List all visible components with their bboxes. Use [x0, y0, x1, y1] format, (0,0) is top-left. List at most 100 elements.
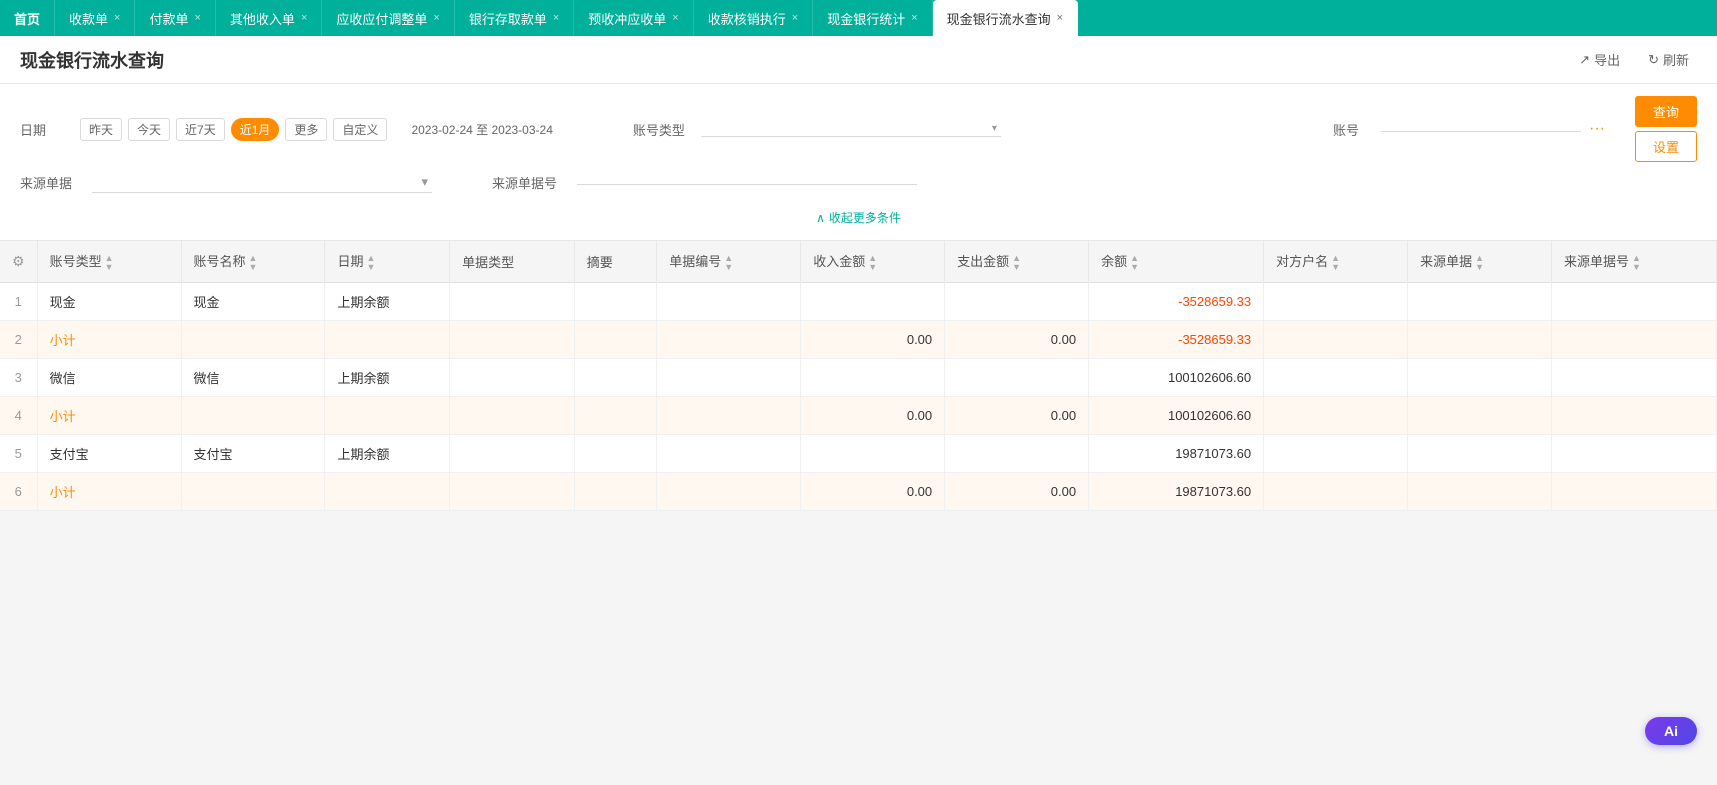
date-shortcut-4[interactable]: 更多 — [285, 118, 327, 141]
nav-tab-2[interactable]: 其他收入单× — [216, 0, 322, 36]
close-icon[interactable]: × — [672, 12, 678, 24]
cell-account_type: 小计 — [37, 472, 181, 510]
close-icon[interactable]: × — [911, 12, 917, 24]
cell-expense — [945, 282, 1089, 320]
col-header-account_type[interactable]: 账号类型▲▼ — [37, 241, 181, 282]
cell-settings: 4 — [0, 396, 37, 434]
cell-source_doc_no — [1552, 320, 1717, 358]
cell-doc_type — [450, 396, 575, 434]
col-header-balance[interactable]: 余额▲▼ — [1089, 241, 1264, 282]
nav-tab-1[interactable]: 付款单× — [135, 0, 215, 36]
cell-account_name: 微信 — [181, 358, 325, 396]
col-header-income[interactable]: 收入金额▲▼ — [801, 241, 945, 282]
sort-icon-expense: ▲▼ — [1012, 254, 1021, 272]
col-header-doc_type: 单据类型 — [450, 241, 575, 282]
table-container: ⚙账号类型▲▼账号名称▲▼日期▲▼单据类型摘要单据编号▲▼收入金额▲▼支出金额▲… — [0, 241, 1717, 511]
close-icon[interactable]: × — [194, 12, 200, 24]
collapse-bar[interactable]: ∧ 收起更多条件 — [20, 203, 1697, 228]
cell-doc_no — [657, 358, 801, 396]
table-row[interactable]: 2小计0.000.00-3528659.33 — [0, 320, 1717, 358]
cell-income — [801, 434, 945, 472]
col-header-expense[interactable]: 支出金额▲▼ — [945, 241, 1089, 282]
close-icon[interactable]: × — [433, 12, 439, 24]
chevron-down-icon-2: ▾ — [421, 174, 428, 190]
col-label-date: 日期 — [337, 254, 363, 269]
header-actions: ↗ 导出 ↻ 刷新 — [1571, 46, 1697, 73]
cell-source_doc — [1408, 396, 1552, 434]
table-row[interactable]: 4小计0.000.00100102606.60 — [0, 396, 1717, 434]
nav-tab-label: 预收冲应收单 — [588, 9, 666, 28]
source-doc-select[interactable]: ▾ — [92, 172, 432, 193]
date-shortcut-1[interactable]: 今天 — [128, 118, 170, 141]
cell-account_name: 支付宝 — [181, 434, 325, 472]
table-row[interactable]: 3微信微信上期余额100102606.60 — [0, 358, 1717, 396]
cell-income — [801, 282, 945, 320]
settings-button[interactable]: 设置 — [1635, 131, 1697, 162]
ai-label: Ai — [1664, 723, 1678, 739]
nav-tab-0[interactable]: 收款单× — [55, 0, 135, 36]
page-header: 现金银行流水查询 ↗ 导出 ↻ 刷新 — [0, 36, 1717, 84]
close-icon[interactable]: × — [301, 12, 307, 24]
nav-tab-3[interactable]: 应收应付调整单× — [322, 0, 454, 36]
filter-area: 日期 昨天今天近7天近1月更多自定义 2023-02-24 至 2023-03-… — [0, 84, 1717, 241]
nav-tab-6[interactable]: 收款核销执行× — [694, 0, 813, 36]
table-settings-icon[interactable]: ⚙ — [12, 253, 25, 269]
query-button[interactable]: 查询 — [1635, 96, 1697, 127]
col-header-source_doc_no[interactable]: 来源单据号▲▼ — [1552, 241, 1717, 282]
col-label-balance: 余额 — [1101, 254, 1127, 269]
cell-date: 上期余额 — [325, 434, 450, 472]
col-label-source_doc_no: 来源单据号 — [1564, 254, 1629, 269]
refresh-button[interactable]: ↻ 刷新 — [1640, 46, 1697, 73]
export-button[interactable]: ↗ 导出 — [1571, 46, 1628, 73]
account-type-label: 账号类型 — [633, 120, 685, 139]
nav-tab-7[interactable]: 现金银行统计× — [813, 0, 932, 36]
data-table: ⚙账号类型▲▼账号名称▲▼日期▲▼单据类型摘要单据编号▲▼收入金额▲▼支出金额▲… — [0, 241, 1717, 511]
date-shortcut-5[interactable]: 自定义 — [333, 118, 387, 141]
cell-date: 上期余额 — [325, 358, 450, 396]
sort-icon-date: ▲▼ — [366, 254, 375, 272]
close-icon[interactable]: × — [792, 12, 798, 24]
cell-counterparty — [1264, 434, 1408, 472]
cell-balance: 100102606.60 — [1089, 358, 1264, 396]
account-more-button[interactable]: ··· — [1589, 120, 1605, 138]
cell-source_doc_no — [1552, 282, 1717, 320]
col-header-date[interactable]: 日期▲▼ — [325, 241, 450, 282]
cell-account_type: 支付宝 — [37, 434, 181, 472]
cell-settings: 1 — [0, 282, 37, 320]
account-type-select[interactable]: ▾ — [701, 121, 1001, 137]
nav-tab-4[interactable]: 银行存取款单× — [455, 0, 574, 36]
sort-icon-source_doc: ▲▼ — [1475, 254, 1484, 272]
table-row[interactable]: 5支付宝支付宝上期余额19871073.60 — [0, 434, 1717, 472]
cell-counterparty — [1264, 472, 1408, 510]
col-header-source_doc[interactable]: 来源单据▲▼ — [1408, 241, 1552, 282]
cell-source_doc — [1408, 434, 1552, 472]
close-icon[interactable]: × — [553, 12, 559, 24]
cell-balance: 100102606.60 — [1089, 396, 1264, 434]
date-shortcut-3[interactable]: 近1月 — [231, 118, 280, 141]
cell-date — [325, 472, 450, 510]
sort-icon-counterparty: ▲▼ — [1331, 254, 1340, 272]
nav-tab-8[interactable]: 现金银行流水查询× — [933, 0, 1078, 36]
date-shortcut-2[interactable]: 近7天 — [176, 118, 225, 141]
collapse-label: 收起更多条件 — [829, 209, 901, 226]
ai-assistant-button[interactable]: Ai — [1645, 717, 1697, 745]
col-header-doc_no[interactable]: 单据编号▲▼ — [657, 241, 801, 282]
cell-settings: 2 — [0, 320, 37, 358]
cell-settings: 5 — [0, 434, 37, 472]
col-header-account_name[interactable]: 账号名称▲▼ — [181, 241, 325, 282]
col-header-counterparty[interactable]: 对方户名▲▼ — [1264, 241, 1408, 282]
source-doc-label: 来源单据 — [20, 173, 72, 192]
sort-icon-account_name: ▲▼ — [249, 254, 258, 272]
table-row[interactable]: 1现金现金上期余额-3528659.33 — [0, 282, 1717, 320]
nav-tab-5[interactable]: 预收冲应收单 × — [574, 0, 693, 36]
source-doc-no-input[interactable] — [577, 180, 917, 185]
source-doc-no-label: 来源单据号 — [492, 173, 557, 192]
close-icon[interactable]: × — [114, 12, 120, 24]
close-icon[interactable]: × — [1057, 12, 1063, 24]
cell-source_doc_no — [1552, 434, 1717, 472]
date-shortcut-0[interactable]: 昨天 — [80, 118, 122, 141]
nav-home[interactable]: 首页 — [0, 0, 55, 36]
table-row[interactable]: 6小计0.000.0019871073.60 — [0, 472, 1717, 510]
account-input[interactable] — [1381, 127, 1581, 132]
col-label-account_name: 账号名称 — [194, 254, 246, 269]
